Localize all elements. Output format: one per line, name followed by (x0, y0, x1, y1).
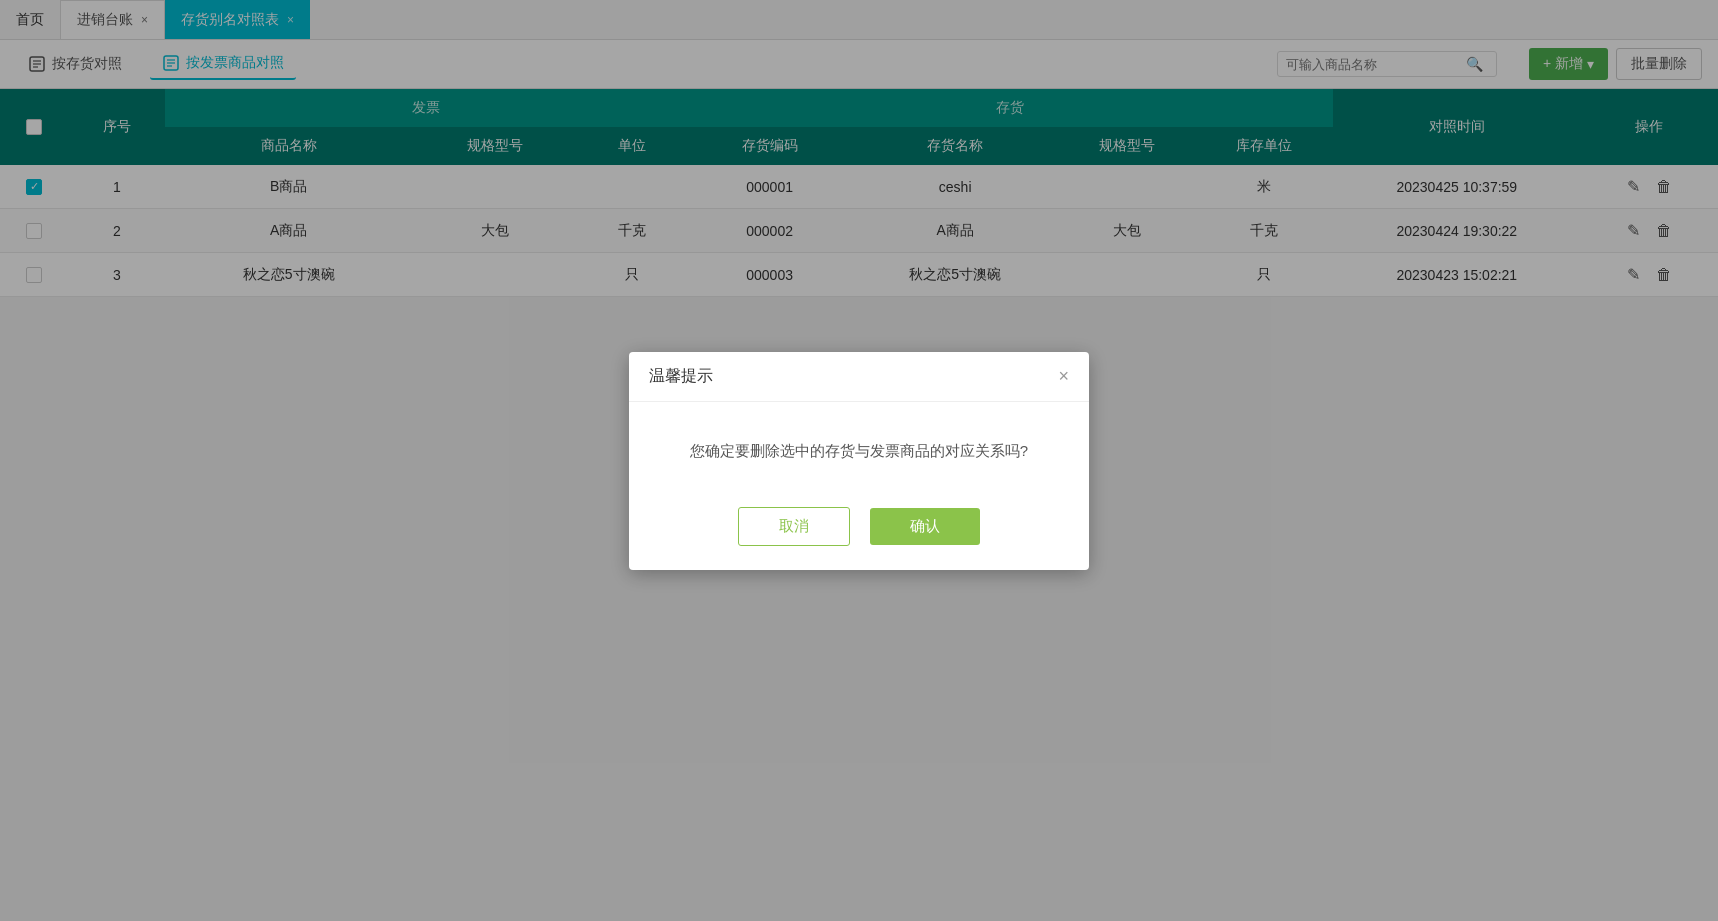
dialog-overlay: 温馨提示 × 您确定要删除选中的存货与发票商品的对应关系吗? 取消 确认 (0, 0, 1718, 297)
